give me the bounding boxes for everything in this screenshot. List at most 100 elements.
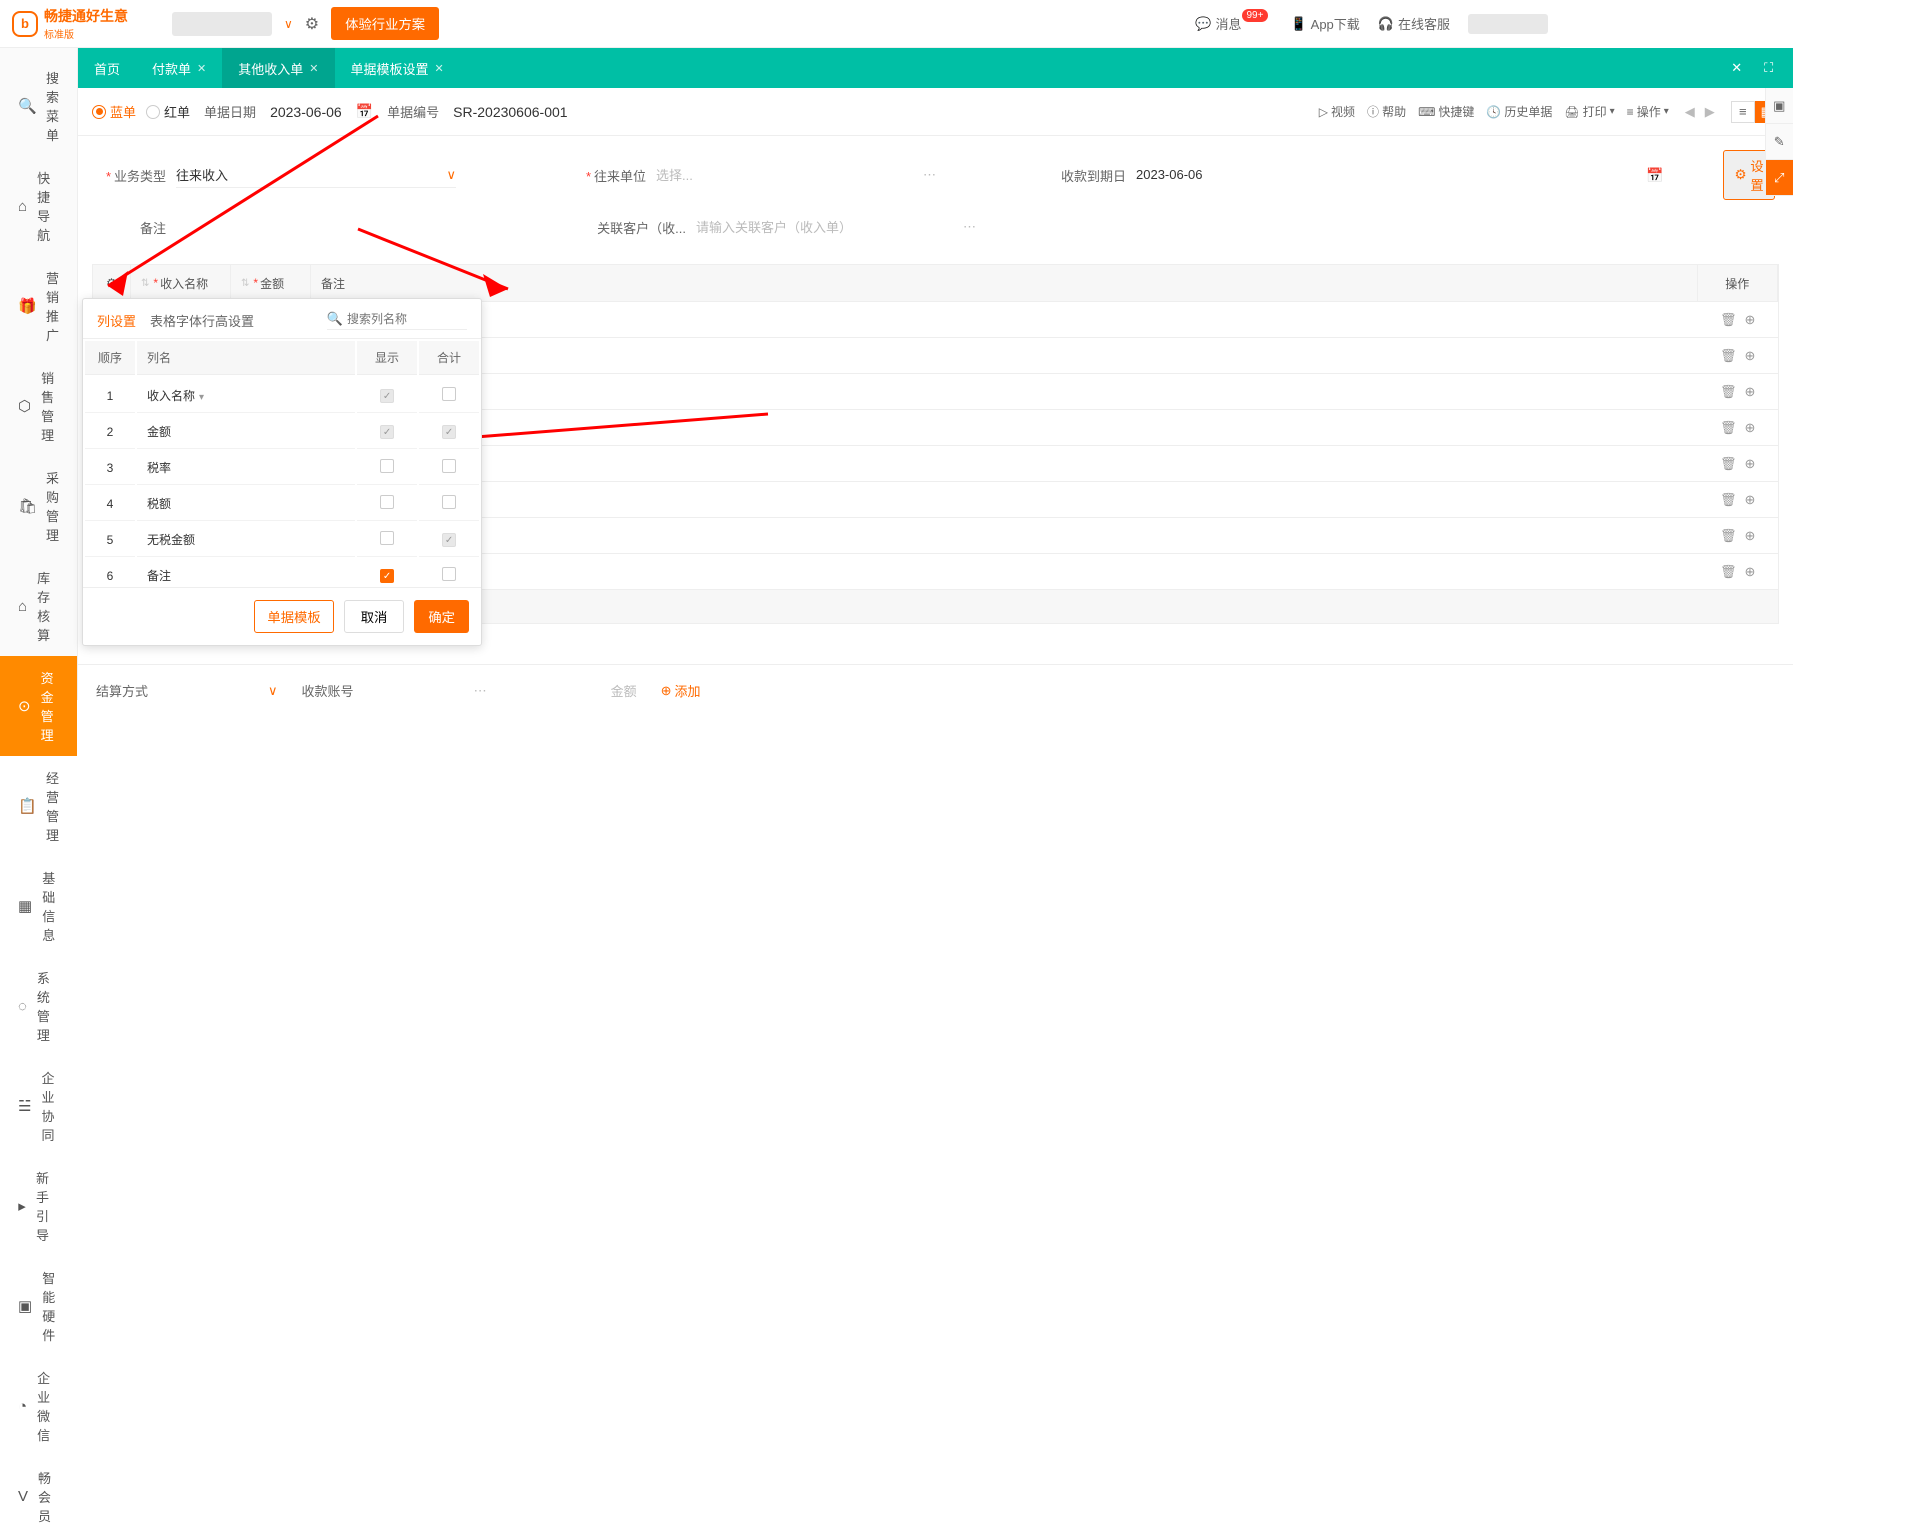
blue-bill-radio[interactable]: 蓝单 [92, 102, 136, 121]
delete-icon[interactable]: 🗑 [1720, 420, 1737, 436]
close-icon[interactable]: ✕ [309, 62, 318, 75]
delete-icon[interactable]: 🗑 [1720, 528, 1737, 544]
income-name-column-header[interactable]: ⇅*收入名称 [131, 265, 231, 301]
fullscreen-icon[interactable]: ⛶ [1755, 54, 1783, 82]
tab[interactable]: 其他收入单✕ [222, 48, 334, 88]
sidebar-item[interactable]: ◔企业微信 [0, 1356, 77, 1456]
sidebar-item[interactable]: V畅会员 [0, 1456, 77, 1537]
delete-icon[interactable]: 🗑 [1720, 348, 1737, 364]
help-link[interactable]: ⓘ 帮助 [1367, 103, 1406, 120]
chevron-down-icon[interactable]: ▾ [199, 392, 204, 403]
sidebar-item[interactable]: 🛍采购管理 [0, 456, 77, 556]
checkbox[interactable] [442, 533, 456, 547]
sidebar-item[interactable]: 📋经营管理 [0, 756, 77, 856]
checkbox[interactable] [442, 387, 456, 401]
messages-link[interactable]: 💬 消息 99+ [1195, 14, 1272, 33]
popup-row[interactable]: 6备注 [85, 559, 479, 587]
remark-input[interactable] [176, 224, 456, 231]
tab[interactable]: 单据模板设置✕ [335, 48, 460, 88]
confirm-button[interactable]: 确定 [414, 600, 469, 633]
red-bill-radio[interactable]: 红单 [146, 102, 190, 121]
link-customer-input[interactable]: 请输入关联客户（收入单） ⋯ [696, 214, 976, 240]
copy-icon[interactable]: ⊕ [1745, 348, 1756, 364]
tab-close-all-icon[interactable]: ✕ [1723, 54, 1751, 82]
business-type-input[interactable]: 往来收入 ∨ [176, 162, 456, 188]
sidebar-item[interactable]: 🔍搜索菜单 [0, 56, 77, 156]
side-tool-1-icon[interactable]: ▣ [1766, 88, 1793, 124]
sidebar-item[interactable]: ⊙资金管理 [0, 656, 77, 756]
checkbox[interactable] [380, 495, 394, 509]
copy-icon[interactable]: ⊕ [1745, 492, 1756, 508]
side-tool-3-icon[interactable]: ⤢ [1766, 160, 1793, 196]
amount-column-header[interactable]: ⇅*金额 [231, 265, 311, 301]
operations-link[interactable]: ≡ 操作 ▾ [1627, 103, 1669, 120]
close-icon[interactable]: ✕ [435, 62, 444, 75]
customer-service-link[interactable]: 🎧 在线客服 [1378, 14, 1450, 33]
column-settings-tab[interactable]: 列设置 [97, 311, 136, 330]
amount-field[interactable]: 金额 [511, 681, 637, 700]
more-icon[interactable]: ⋯ [963, 219, 976, 235]
sidebar-item[interactable]: ☱企业协同 [0, 1056, 77, 1156]
delete-icon[interactable]: 🗑 [1720, 492, 1737, 508]
template-button[interactable]: 单据模板 [254, 600, 333, 633]
video-link[interactable]: ▷ 视频 [1319, 103, 1355, 120]
tab-home[interactable]: 首页 [78, 48, 136, 88]
search-input[interactable] [347, 312, 467, 326]
print-link[interactable]: 🖨 打印 ▾ [1564, 103, 1614, 120]
copy-icon[interactable]: ⊕ [1745, 420, 1756, 436]
popup-row[interactable]: 3税率 [85, 451, 479, 485]
copy-icon[interactable]: ⊕ [1745, 456, 1756, 472]
calendar-icon[interactable]: 📅 [1646, 167, 1663, 184]
add-button[interactable]: ⊕ 添加 [661, 681, 701, 700]
settle-method-field[interactable]: 结算方式 ∨ [96, 681, 278, 700]
cancel-button[interactable]: 取消 [344, 600, 405, 633]
font-settings-tab[interactable]: 表格字体行高设置 [150, 311, 254, 330]
app-download-link[interactable]: 📱 App下载 [1290, 14, 1359, 33]
popup-row[interactable]: 5无税金额 [85, 523, 479, 557]
checkbox[interactable] [380, 569, 394, 583]
checkbox[interactable] [380, 425, 394, 439]
delete-icon[interactable]: 🗑 [1720, 456, 1737, 472]
copy-icon[interactable]: ⊕ [1745, 312, 1756, 328]
checkbox[interactable] [442, 567, 456, 581]
sidebar-item[interactable]: ▸新手引导 [0, 1156, 77, 1256]
checkbox[interactable] [380, 531, 394, 545]
settings-gear-icon[interactable]: ⚙ [305, 14, 319, 34]
sidebar-item[interactable]: ▣智能硬件 [0, 1256, 77, 1356]
more-icon[interactable]: ⋯ [474, 683, 487, 699]
delete-icon[interactable]: 🗑 [1720, 384, 1737, 400]
shortcut-link[interactable]: ⌨ 快捷键 [1418, 103, 1474, 120]
column-settings-gear-icon[interactable]: ⚙ [93, 265, 131, 301]
company-dropdown-icon[interactable]: ∨ [284, 17, 293, 31]
bill-date-value[interactable]: 2023-06-06 [270, 104, 342, 120]
delete-icon[interactable]: 🗑 [1720, 564, 1737, 580]
delete-icon[interactable]: 🗑 [1720, 312, 1737, 328]
checkbox[interactable] [442, 495, 456, 509]
sidebar-item[interactable]: ⌂库存核算 [0, 556, 77, 656]
list-view-icon[interactable]: ≡ [1731, 101, 1755, 123]
next-record-icon[interactable]: ▶ [1701, 102, 1719, 122]
more-icon[interactable]: ⋯ [923, 167, 936, 183]
popup-row[interactable]: 2金额 [85, 415, 479, 449]
party-input[interactable]: 选择... ⋯ [656, 162, 936, 188]
receipt-account-field[interactable]: 收款账号 ⋯ [302, 681, 487, 700]
prev-record-icon[interactable]: ◀ [1681, 102, 1699, 122]
calendar-icon[interactable]: 📅 [356, 103, 373, 120]
experience-button[interactable]: 体验行业方案 [331, 7, 439, 40]
checkbox[interactable] [380, 389, 394, 403]
copy-icon[interactable]: ⊕ [1745, 384, 1756, 400]
sidebar-item[interactable]: ▦基础信息 [0, 856, 77, 956]
sidebar-item[interactable]: ◌系统管理 [0, 956, 77, 1056]
checkbox[interactable] [380, 459, 394, 473]
popup-search[interactable]: 🔍 [327, 309, 467, 330]
checkbox[interactable] [442, 459, 456, 473]
sidebar-item[interactable]: ⬡销售管理 [0, 356, 77, 456]
tab[interactable]: 付款单✕ [136, 48, 222, 88]
sidebar-item[interactable]: ⌂快捷导航 [0, 156, 77, 256]
copy-icon[interactable]: ⊕ [1745, 528, 1756, 544]
close-icon[interactable]: ✕ [197, 62, 206, 75]
user-name-redacted[interactable] [1468, 14, 1548, 34]
sidebar-item[interactable]: 🎁营销推广 [0, 256, 77, 356]
side-tool-2-icon[interactable]: ✎ [1766, 124, 1793, 160]
copy-icon[interactable]: ⊕ [1745, 564, 1756, 580]
